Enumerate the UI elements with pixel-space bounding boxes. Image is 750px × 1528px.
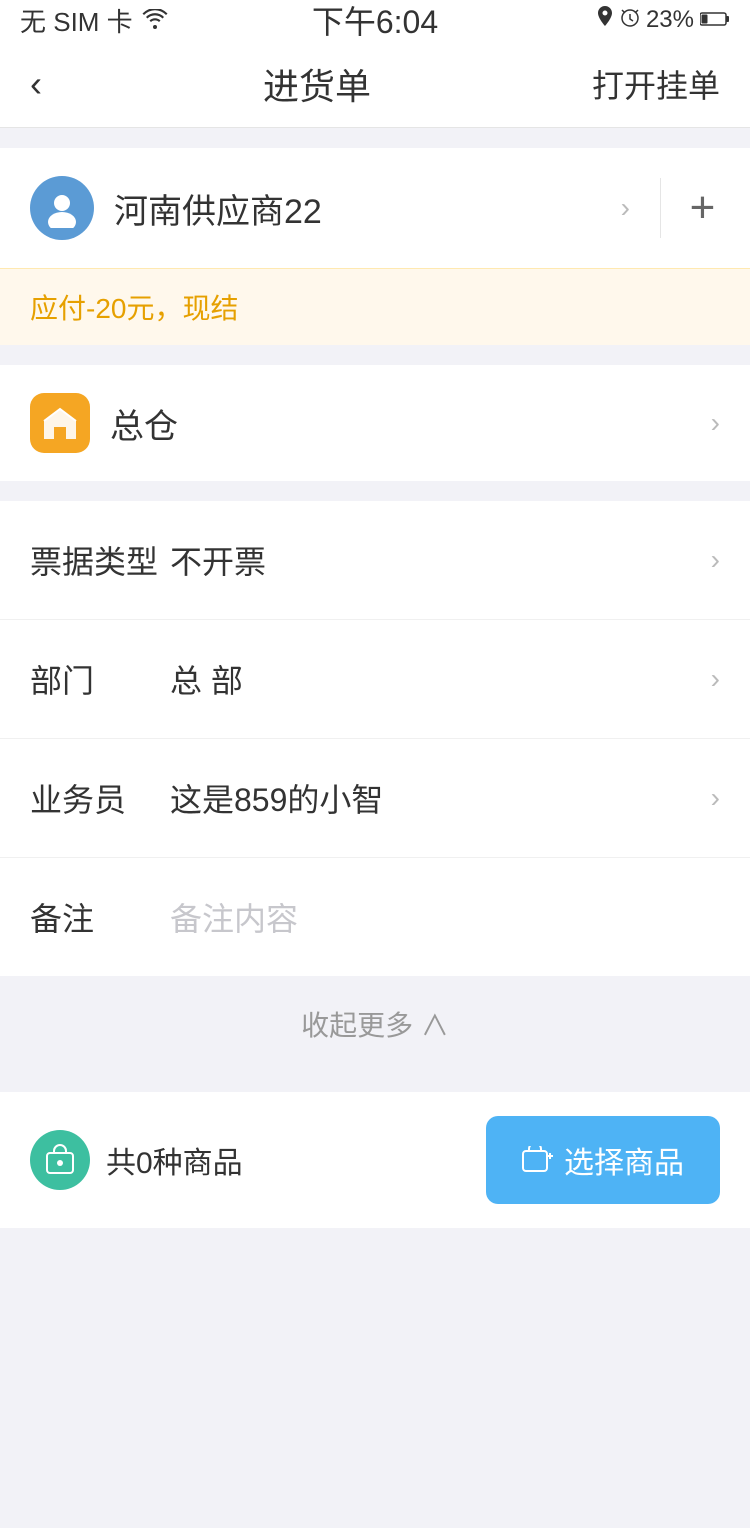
warehouse-icon [30, 393, 90, 453]
notice-bar: 应付-20元，现结 [0, 268, 750, 345]
remark-placeholder: 备注内容 [170, 894, 720, 940]
add-supplier-button[interactable]: + [660, 178, 720, 238]
department-label: 部门 [30, 656, 170, 702]
salesperson-label: 业务员 [30, 775, 170, 821]
status-indicators: 23% [596, 6, 730, 35]
page-background [0, 1228, 750, 1528]
supplier-name: 河南供应商22 [114, 184, 621, 233]
invoice-type-value: 不开票 [170, 537, 711, 583]
product-icon [30, 1130, 90, 1190]
salesperson-chevron-icon: › [711, 782, 720, 814]
warehouse-name: 总仓 [110, 399, 711, 448]
product-count-text: 共0种商品 [106, 1138, 243, 1182]
select-product-button[interactable]: 选择商品 [486, 1116, 720, 1204]
supplier-row[interactable]: 河南供应商22 › + [0, 148, 750, 268]
status-bar: 无 SIM 卡 下午6:04 23% [0, 0, 750, 40]
salesperson-value: 这是859的小智 [170, 775, 711, 821]
salesperson-row[interactable]: 业务员 这是859的小智 › [0, 739, 750, 858]
battery-icon [700, 6, 730, 34]
invoice-type-chevron-icon: › [711, 544, 720, 576]
page-title: 进货单 [263, 58, 371, 110]
remark-row[interactable]: 备注 备注内容 [0, 858, 750, 976]
notice-text: 应付-20元，现结 [30, 293, 238, 324]
bottom-bar: 共0种商品 选择商品 [0, 1092, 750, 1228]
remark-label: 备注 [30, 894, 170, 940]
back-button[interactable]: ‹ [30, 63, 42, 105]
supplier-section: 河南供应商22 › + 应付-20元，现结 [0, 148, 750, 345]
invoice-type-label: 票据类型 [30, 537, 170, 583]
status-carrier: 无 SIM 卡 [20, 2, 169, 39]
form-section: 票据类型 不开票 › 部门 总 部 › 业务员 这是859的小智 › 备注 备注… [0, 501, 750, 976]
alarm-icon [620, 6, 640, 35]
status-time: 下午6:04 [312, 0, 438, 43]
battery-percent: 23% [646, 6, 694, 34]
main-content: 河南供应商22 › + 应付-20元，现结 总仓 › 票据类型 不开票 [0, 148, 750, 1528]
nav-bar: ‹ 进货单 打开挂单 [0, 40, 750, 128]
warehouse-chevron-icon: › [711, 407, 720, 439]
open-pending-button[interactable]: 打开挂单 [592, 61, 720, 107]
department-chevron-icon: › [711, 663, 720, 695]
invoice-type-row[interactable]: 票据类型 不开票 › [0, 501, 750, 620]
location-icon [596, 6, 614, 35]
select-product-label: 选择商品 [564, 1138, 684, 1182]
product-count-wrap: 共0种商品 [30, 1130, 243, 1190]
collapse-button[interactable]: 收起更多 ∧ [0, 976, 750, 1072]
carrier-text: 无 SIM 卡 [20, 2, 133, 39]
warehouse-section: 总仓 › [0, 365, 750, 481]
collapse-label: 收起更多 ∧ [301, 1004, 449, 1044]
department-row[interactable]: 部门 总 部 › [0, 620, 750, 739]
wifi-icon [141, 5, 169, 36]
supplier-chevron-icon: › [621, 192, 630, 224]
warehouse-row[interactable]: 总仓 › [0, 365, 750, 481]
supplier-avatar [30, 176, 94, 240]
department-value: 总 部 [170, 656, 711, 702]
